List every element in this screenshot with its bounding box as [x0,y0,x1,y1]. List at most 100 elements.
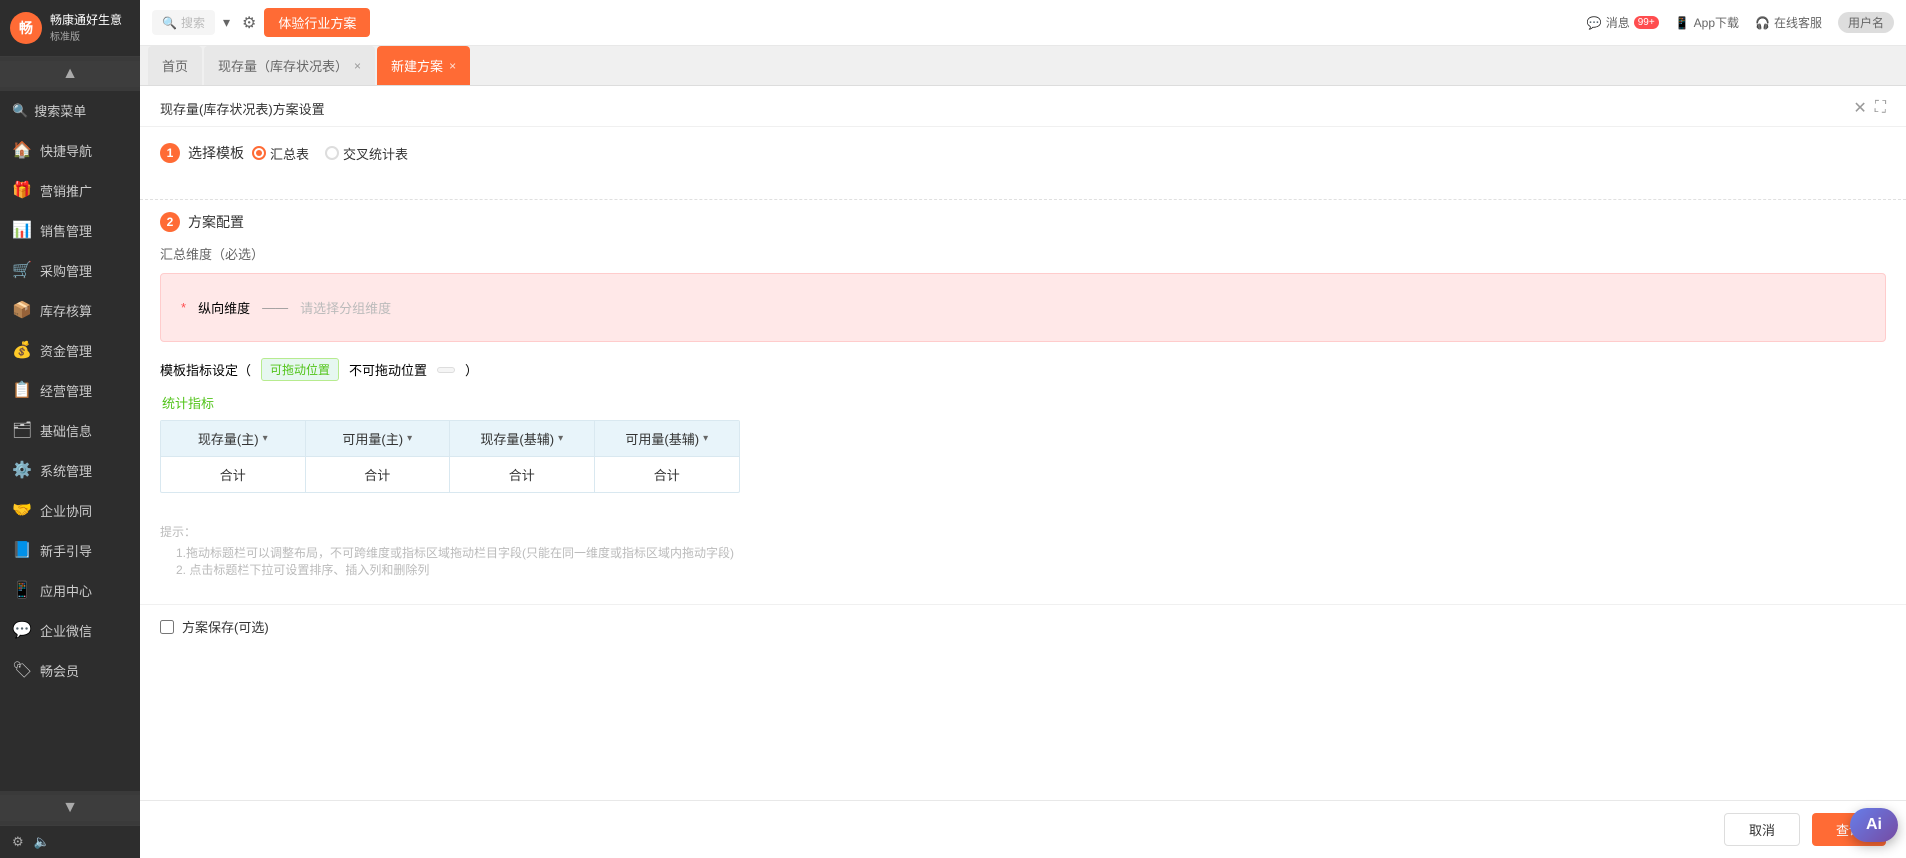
tabbar: 首页 现存量（库存状况表） × 新建方案 × [140,46,1906,86]
folder-icon: 🗂 [12,420,32,440]
topbar-online-service[interactable]: 🎧 在线客服 [1755,14,1822,31]
sidebar-item-member[interactable]: 🏷 畅会员 [0,650,140,690]
search-label: 搜索菜单 [34,101,86,120]
stat-cell-2: 合计 [450,456,595,492]
sidebar-item-label: 基础信息 [40,421,92,440]
required-star: * [181,300,186,315]
dimension-section-label: 汇总维度（必选） [160,244,1886,263]
wechat-icon: 💬 [12,620,32,640]
topbar-app-download[interactable]: 📱 App下载 [1675,14,1739,31]
sidebar-search[interactable]: 🔍 搜索菜单 [0,91,140,130]
draggable-badge: 可拖动位置 [261,358,339,381]
sidebar-item-app-center[interactable]: 📱 应用中心 [0,570,140,610]
expand-btn[interactable]: ⛶ [1875,98,1886,118]
sidebar-item-label: 新手引导 [40,541,92,560]
save-checkbox[interactable] [160,620,174,634]
radio-cross-dot [325,146,339,160]
col-label-0: 现存量(主) [198,429,259,448]
sidebar-item-basic[interactable]: 🗂 基础信息 [0,410,140,450]
window-controls: ✕ ⛶ [1853,98,1886,118]
tab-new-scheme[interactable]: 新建方案 × [377,46,470,85]
stat-cell-1: 合计 [306,456,451,492]
sidebar-scroll-up[interactable]: ▲ [0,61,140,87]
topbar: 🔍 搜索 ▾ ⚙ 体验行业方案 💬 消息 99+ 📱 App下载 🎧 在线客服 … [140,0,1906,46]
search-icon: 🔍 [12,103,28,119]
sidebar-item-marketing[interactable]: 🎁 营销推广 [0,170,140,210]
handshake-icon: 🤝 [12,500,32,520]
col-chevron-2[interactable]: ▾ [558,433,563,444]
footer-bar: 取消 查询 [140,800,1906,858]
radio-summary[interactable]: 汇总表 [252,144,309,163]
sidebar-item-system[interactable]: ⚙️ 系统管理 [0,450,140,490]
sidebar-item-inventory[interactable]: 📦 库存核算 [0,290,140,330]
chart-icon: 📊 [12,220,32,240]
ai-float-button[interactable]: Ai [1850,808,1898,842]
dimension-dash: —— [262,300,288,315]
col-header-0[interactable]: 现存量(主) ▾ [161,421,306,456]
cancel-button[interactable]: 取消 [1724,813,1800,846]
sidebar-item-finance[interactable]: 💰 资金管理 [0,330,140,370]
tab-home[interactable]: 首页 [148,46,202,85]
col-header-1[interactable]: 可用量(主) ▾ [306,421,451,456]
sidebar-item-label: 应用中心 [40,581,92,600]
sidebar-item-label: 畅会员 [40,661,79,680]
dimension-box: * 纵向维度 —— 请选择分组维度 [160,273,1886,342]
settings-icon[interactable]: ⚙ [12,834,24,850]
stat-cell-3: 合计 [595,456,740,492]
tab-inventory-close[interactable]: × [354,59,361,73]
tab-new-scheme-label: 新建方案 [391,56,443,75]
user-label: 用户名 [1848,16,1884,30]
col-chevron-0[interactable]: ▾ [263,433,268,444]
save-label: 方案保存(可选) [182,617,269,636]
step2-badge: 2 [160,212,180,232]
sidebar-item-label: 经营管理 [40,381,92,400]
book-icon: 📘 [12,540,32,560]
radio-summary-dot [252,146,266,160]
cart-icon: 🛒 [12,260,32,280]
col-header-3[interactable]: 可用量(基辅) ▾ [595,421,740,456]
indicator-close: ） [465,360,478,379]
gift-icon: 🎁 [12,180,32,200]
search-icon: 🔍 [162,16,177,30]
topbar-gear-icon[interactable]: ⚙ [242,13,256,33]
radio-cross-label: 交叉统计表 [343,144,408,163]
headset-icon: 🎧 [1755,16,1770,30]
sidebar-item-enterprise[interactable]: 🤝 企业协同 [0,490,140,530]
sidebar-item-label: 企业微信 [40,621,92,640]
sidebar-item-newbie[interactable]: 📘 新手引导 [0,530,140,570]
tab-new-scheme-close[interactable]: × [449,59,456,73]
sidebar-item-label: 采购管理 [40,261,92,280]
indicator-settings-row: 模板指标设定（ 可拖动位置 不可拖动位置 ） [160,358,1886,381]
sidebar-item-wechat[interactable]: 💬 企业微信 [0,610,140,650]
page-header: 现存量(库存状况表)方案设置 ✕ ⛶ [140,86,1906,127]
tips-text-0: 1.拖动标题栏可以调整布局，不可跨维度或指标区域拖动栏目字段(只能在同一维度或指… [176,544,1886,561]
step1-section: 1 选择模板 汇总表 交叉统计表 [140,127,1906,191]
stat-section-title: 统计指标 [160,393,1886,412]
sidebar-item-label: 营销推广 [40,181,92,200]
col-chevron-3[interactable]: ▾ [703,433,708,444]
speaker-icon[interactable]: 🔈 [34,834,50,850]
topbar-search[interactable]: 🔍 搜索 [152,10,215,35]
search-text: 搜索 [181,14,205,31]
app-name: 畅康通好生意 [50,13,122,29]
col-label-3: 可用量(基辅) [625,429,699,448]
dimension-placeholder[interactable]: 请选择分组维度 [300,298,391,317]
col-header-2[interactable]: 现存量(基辅) ▾ [450,421,595,456]
sidebar-item-quick-nav[interactable]: 🏠 快捷导航 [0,130,140,170]
sidebar-scroll-down[interactable]: ▼ [0,795,140,821]
topbar-user[interactable]: 用户名 [1838,12,1894,33]
col-chevron-1[interactable]: ▾ [407,433,412,444]
sidebar-menu: 🔍 搜索菜单 🏠 快捷导航 🎁 营销推广 📊 销售管理 🛒 采购管理 📦 库存核… [0,91,140,791]
radio-cross[interactable]: 交叉统计表 [325,144,408,163]
sidebar-item-purchase[interactable]: 🛒 采购管理 [0,250,140,290]
industry-btn[interactable]: 体验行业方案 [264,8,370,37]
sidebar-item-sales[interactable]: 📊 销售管理 [0,210,140,250]
tab-inventory-status[interactable]: 现存量（库存状况表） × [204,46,375,85]
template-radio-group: 汇总表 交叉统计表 [252,144,408,163]
app-badge: 标准版 [50,28,122,43]
topbar-message[interactable]: 💬 消息 99+ [1587,14,1659,31]
close-btn[interactable]: ✕ [1853,98,1866,118]
dropdown-icon[interactable]: ▾ [223,14,230,31]
sidebar-item-operation[interactable]: 📋 经营管理 [0,370,140,410]
page-content: 现存量(库存状况表)方案设置 ✕ ⛶ 1 选择模板 汇总表 交叉统计表 [140,86,1906,800]
